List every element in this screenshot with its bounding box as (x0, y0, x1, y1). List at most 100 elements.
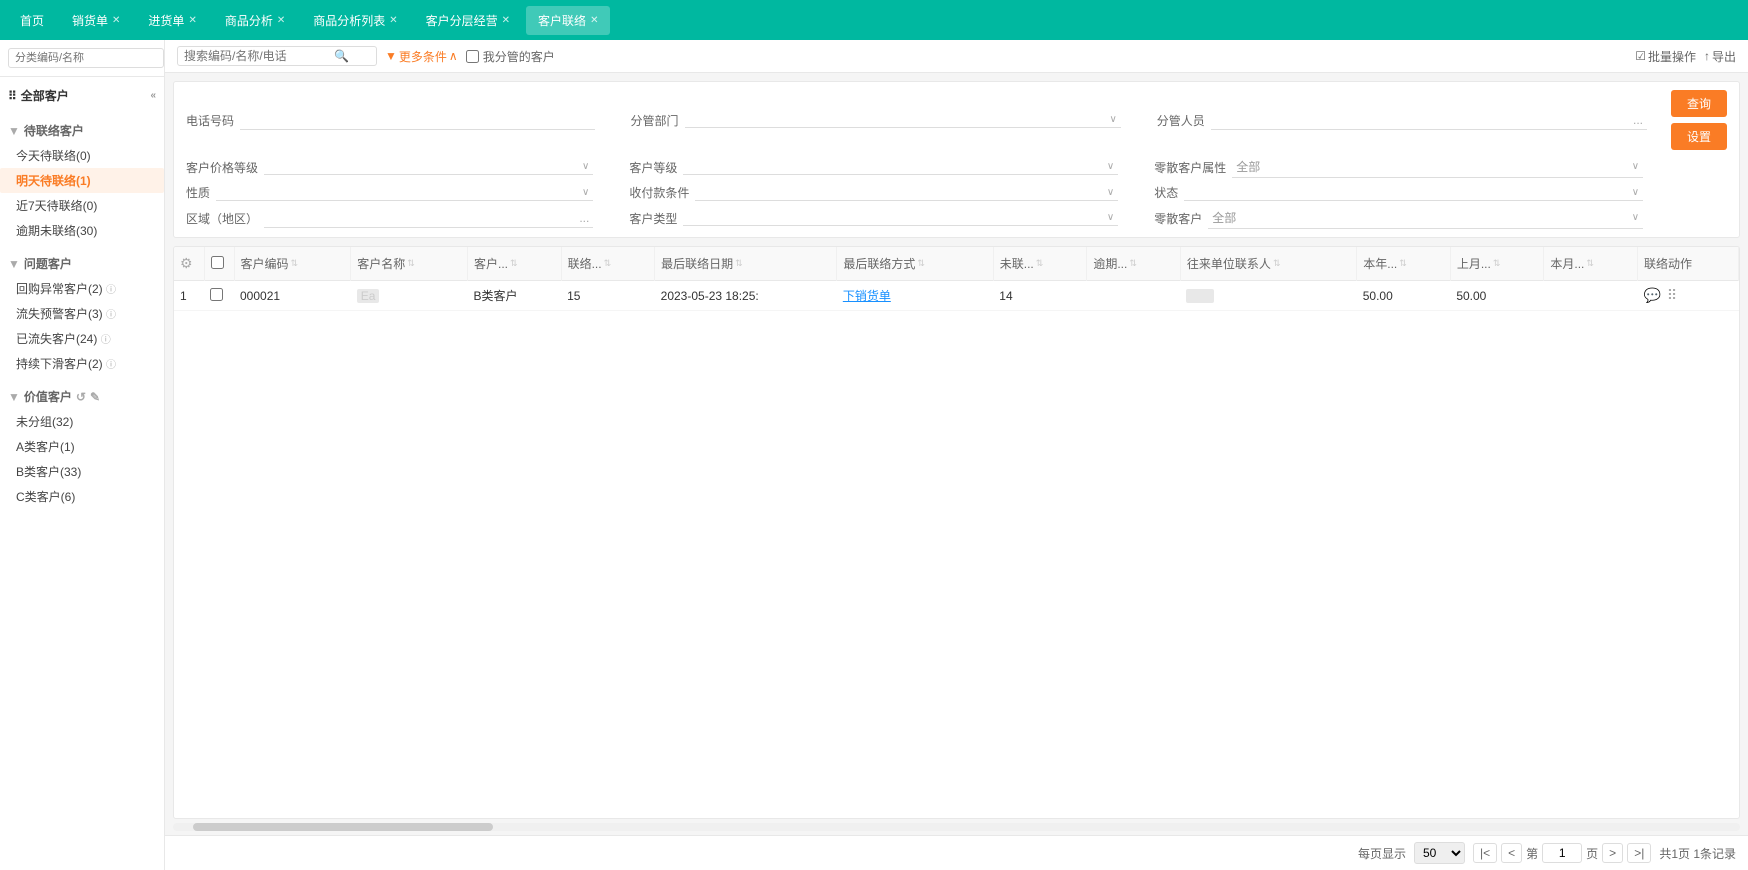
nav-product-list[interactable]: 商品分析列表 ✕ (301, 6, 409, 35)
triangle-icon2: ▼ (8, 257, 20, 271)
filter-status: 状态 ∨ (1154, 184, 1643, 201)
customer-grade-select[interactable]: ∨ (683, 159, 1118, 175)
last-page-btn[interactable]: >| (1627, 843, 1651, 863)
search-box[interactable]: 🔍 (177, 46, 377, 66)
sidebar-item-today[interactable]: 今天待联络(0) (0, 143, 164, 168)
sidebar-item-overdue[interactable]: 逾期未联络(30) (0, 218, 164, 243)
status-select[interactable]: ∨ (1184, 185, 1643, 201)
table-settings-icon[interactable]: ⚙ (180, 255, 193, 271)
more-conditions-btn[interactable]: ▼ 更多条件 ∧ (385, 48, 458, 65)
sort-name-icon[interactable]: ⇅ (407, 258, 415, 269)
search-input[interactable] (184, 49, 334, 63)
refresh-icon[interactable]: ↺ (76, 390, 86, 404)
sidebar-item-declining[interactable]: 持续下滑客户(2) ⓘ (0, 351, 164, 376)
nav-close-sales-order[interactable]: ✕ (112, 15, 120, 26)
total-records-label: 共1页 1条记录 (1659, 845, 1736, 862)
all-customers-header[interactable]: ⠿ 全部客户 « (0, 81, 164, 110)
sort-person-icon[interactable]: ⇅ (1273, 258, 1281, 269)
col-header-name: 客户名称 ⇅ (351, 247, 468, 281)
sidebar-item-churn-warning[interactable]: 流失预警客户(3) ⓘ (0, 301, 164, 326)
query-button[interactable]: 查询 (1671, 90, 1727, 117)
per-page-select[interactable]: 50 100 200 (1414, 842, 1465, 864)
nav-close-segment[interactable]: ✕ (502, 15, 510, 26)
sort-year-icon[interactable]: ⇅ (1399, 258, 1407, 269)
row-name: Ea (351, 281, 468, 311)
nav-customer-contact[interactable]: 客户联络 ✕ (526, 6, 610, 35)
nav-purchase-order[interactable]: 进货单 ✕ (136, 6, 208, 35)
select-all-checkbox[interactable] (211, 256, 224, 269)
top-navigation: 首页 销货单 ✕ 进货单 ✕ 商品分析 ✕ 商品分析列表 ✕ 客户分层经营 ✕ … (0, 0, 1748, 40)
pagination: |< < 第 页 > >| (1473, 843, 1651, 863)
pending-contact-group: ▼ 待联络客户 今天待联络(0) 明天待联络(1) 近7天待联络(0) 逾期未联… (0, 114, 164, 247)
col-header-unlinked: 未联... ⇅ (993, 247, 1087, 281)
col-header-code: 客户编码 ⇅ (234, 247, 351, 281)
sidebar-item-class-c[interactable]: C类客户(6) (0, 484, 164, 509)
horizontal-scrollbar[interactable] (173, 823, 1740, 831)
nav-close-product-analysis[interactable]: ✕ (277, 15, 285, 26)
sidebar-item-churned[interactable]: 已流失客户(24) ⓘ (0, 326, 164, 351)
sidebar-item-ungrouped[interactable]: 未分组(32) (0, 409, 164, 434)
manager-select[interactable]: ... (1211, 111, 1647, 130)
next-page-btn[interactable]: > (1602, 843, 1623, 863)
sidebar-all-customers: ⠿ 全部客户 « (0, 77, 164, 114)
sidebar-item-class-a[interactable]: A类客户(1) (0, 434, 164, 459)
sidebar-item-repurchase-abnormal[interactable]: 回购异常客户(2) ⓘ (0, 276, 164, 301)
my-customers-checkbox[interactable] (466, 50, 479, 63)
row-contact-person (1180, 281, 1356, 311)
nav-close-contact[interactable]: ✕ (590, 15, 598, 26)
sort-date-icon[interactable]: ⇅ (735, 258, 743, 269)
action-buttons: 查询 设置 (1671, 90, 1727, 150)
payment-select[interactable]: ∨ (695, 185, 1118, 201)
sidebar-item-tomorrow[interactable]: 明天待联络(1) (0, 168, 164, 193)
settings-button[interactable]: 设置 (1671, 123, 1727, 150)
nav-customer-segment[interactable]: 客户分层经营 ✕ (414, 6, 522, 35)
more-action-icon[interactable]: ⠿ (1667, 287, 1677, 304)
customer-table: ⚙ 客户编码 ⇅ 客户名称 (173, 246, 1740, 819)
sort-last-month-icon[interactable]: ⇅ (1493, 258, 1501, 269)
status-label: 状态 (1154, 184, 1178, 201)
sort-type-icon[interactable]: ⇅ (510, 258, 518, 269)
region-select[interactable]: ... (264, 209, 593, 228)
price-grade-select[interactable]: ∨ (264, 159, 593, 175)
export-btn[interactable]: ↑ 导出 (1704, 48, 1736, 65)
value-customers-label[interactable]: ▼ 价值客户 ↺ ✎ (0, 384, 164, 409)
sort-this-month-icon[interactable]: ⇅ (1586, 258, 1594, 269)
sort-contact-icon[interactable]: ⇅ (604, 258, 612, 269)
dept-label: 分管部门 (631, 112, 679, 129)
sort-overdue-icon[interactable]: ⇅ (1129, 258, 1137, 269)
retail-customer-select[interactable]: 全部 ∨ (1208, 207, 1643, 229)
collapse-icon[interactable]: « (150, 90, 156, 101)
sidebar-item-class-b[interactable]: B类客户(33) (0, 459, 164, 484)
sort-code-icon[interactable]: ⇅ (291, 258, 299, 269)
phone-input[interactable] (240, 111, 595, 130)
my-customers-filter[interactable]: 我分管的客户 (466, 48, 555, 65)
sidebar-item-7days[interactable]: 近7天待联络(0) (0, 193, 164, 218)
search-button-icon[interactable]: 🔍 (334, 49, 349, 63)
batch-ops-btn[interactable]: ☑ 批量操作 (1635, 48, 1696, 65)
nav-home[interactable]: 首页 (8, 6, 56, 35)
sidebar-search-input[interactable] (8, 48, 164, 68)
row-checkbox[interactable] (210, 288, 223, 301)
first-page-btn[interactable]: |< (1473, 843, 1497, 863)
retail-attr-select[interactable]: 全部 ∨ (1232, 156, 1643, 178)
price-grade-label: 客户价格等级 (186, 159, 258, 176)
page-number-input[interactable] (1542, 843, 1582, 863)
sort-method-icon[interactable]: ⇅ (917, 258, 925, 269)
scrollbar-thumb[interactable] (193, 823, 493, 831)
region-dots-icon: ... (579, 211, 589, 225)
pending-contact-group-label[interactable]: ▼ 待联络客户 (0, 118, 164, 143)
contact-action-icon[interactable]: 💬 (1643, 287, 1660, 304)
sort-unlinked-icon[interactable]: ⇅ (1036, 258, 1044, 269)
customer-type-select[interactable]: ∨ (683, 210, 1118, 226)
nav-close-product-list[interactable]: ✕ (389, 15, 397, 26)
problem-customers-label[interactable]: ▼ 问题客户 (0, 251, 164, 276)
table-footer: 每页显示 50 100 200 |< < 第 页 > >| 共1页 1条记录 (165, 835, 1748, 870)
edit-icon[interactable]: ✎ (90, 390, 100, 404)
nav-product-analysis[interactable]: 商品分析 ✕ (213, 6, 297, 35)
dept-select[interactable]: ∨ (685, 112, 1121, 128)
col-header-contact-person: 往来单位联系人 ⇅ (1180, 247, 1356, 281)
nav-sales-order[interactable]: 销货单 ✕ (60, 6, 132, 35)
nav-close-purchase[interactable]: ✕ (188, 15, 196, 26)
prev-page-btn[interactable]: < (1501, 843, 1522, 863)
nature-select[interactable]: ∨ (216, 185, 593, 201)
